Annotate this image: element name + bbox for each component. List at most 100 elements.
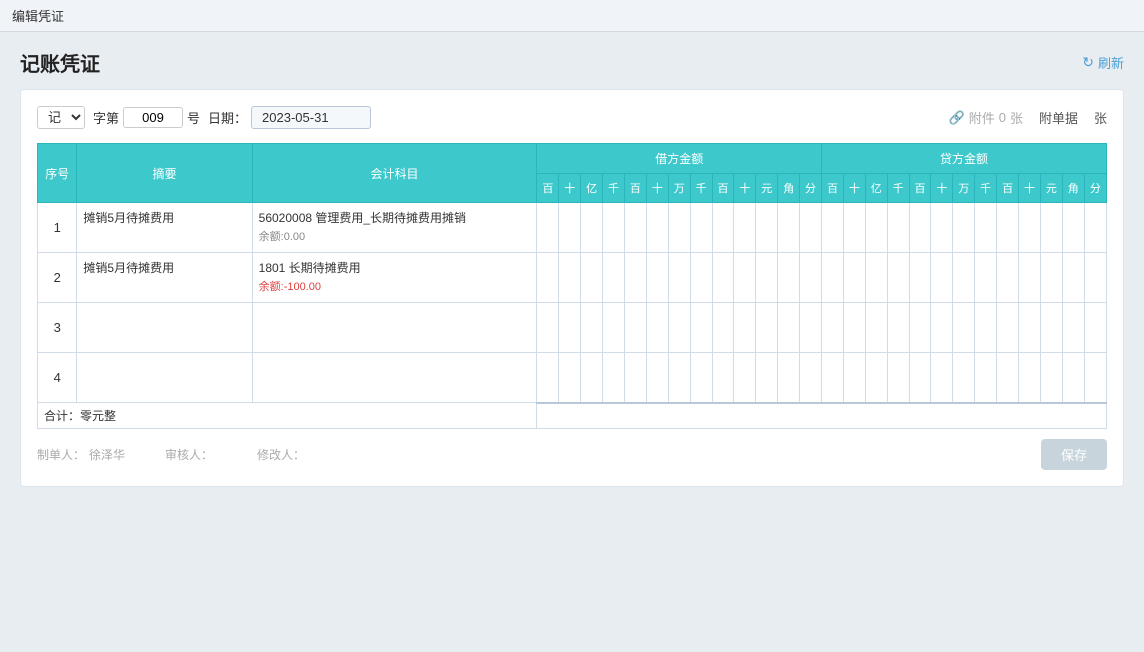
cell-credit-digit[interactable]	[909, 203, 931, 253]
cell-account[interactable]	[252, 303, 537, 353]
cell-debit-digit[interactable]	[756, 253, 778, 303]
cell-credit-digit[interactable]	[1040, 253, 1062, 303]
cell-credit-digit[interactable]	[1062, 353, 1084, 403]
cell-debit-digit[interactable]	[690, 303, 712, 353]
cell-debit-digit[interactable]	[603, 303, 625, 353]
cell-debit-digit[interactable]	[800, 203, 822, 253]
cell-credit-digit[interactable]	[975, 303, 997, 353]
cell-debit-digit[interactable]	[756, 203, 778, 253]
cell-debit-digit[interactable]	[581, 203, 603, 253]
cell-credit-digit[interactable]	[1019, 203, 1041, 253]
cell-credit-digit[interactable]	[1019, 253, 1041, 303]
cell-credit-digit[interactable]	[843, 203, 865, 253]
cell-credit-digit[interactable]	[931, 353, 953, 403]
cell-credit-digit[interactable]	[865, 203, 887, 253]
cell-summary[interactable]	[77, 303, 252, 353]
cell-credit-digit[interactable]	[887, 203, 909, 253]
cell-credit-digit[interactable]	[997, 353, 1019, 403]
cell-credit-digit[interactable]	[997, 253, 1019, 303]
cell-credit-digit[interactable]	[822, 203, 844, 253]
cell-credit-digit[interactable]	[909, 253, 931, 303]
cell-debit-digit[interactable]	[734, 303, 756, 353]
cell-credit-digit[interactable]	[997, 303, 1019, 353]
cell-summary[interactable]	[77, 353, 252, 403]
cell-account[interactable]: 56020008 管理费用_长期待摊费用摊销余额:0.00	[252, 203, 537, 253]
cell-account[interactable]	[252, 353, 537, 403]
cell-credit-digit[interactable]	[843, 303, 865, 353]
cell-credit-digit[interactable]	[865, 253, 887, 303]
cell-debit-digit[interactable]	[646, 353, 668, 403]
cell-debit-digit[interactable]	[559, 203, 581, 253]
cell-credit-digit[interactable]	[1062, 253, 1084, 303]
cell-debit-digit[interactable]	[690, 203, 712, 253]
cell-credit-digit[interactable]	[975, 203, 997, 253]
cell-debit-digit[interactable]	[603, 253, 625, 303]
save-button[interactable]: 保存	[1041, 439, 1107, 470]
cell-debit-digit[interactable]	[734, 203, 756, 253]
cell-credit-digit[interactable]	[997, 203, 1019, 253]
cell-debit-digit[interactable]	[712, 203, 734, 253]
cell-credit-digit[interactable]	[843, 353, 865, 403]
cell-credit-digit[interactable]	[1084, 353, 1106, 403]
cell-debit-digit[interactable]	[734, 353, 756, 403]
cell-debit-digit[interactable]	[712, 353, 734, 403]
cell-credit-digit[interactable]	[975, 253, 997, 303]
cell-debit-digit[interactable]	[624, 353, 646, 403]
cell-debit-digit[interactable]	[624, 203, 646, 253]
cell-debit-digit[interactable]	[756, 353, 778, 403]
refresh-button[interactable]: ↻ 刷新	[1082, 53, 1124, 72]
cell-debit-digit[interactable]	[581, 303, 603, 353]
cell-credit-digit[interactable]	[887, 303, 909, 353]
cell-debit-digit[interactable]	[646, 303, 668, 353]
cell-credit-digit[interactable]	[1062, 203, 1084, 253]
voucher-type-select[interactable]: 记	[37, 106, 85, 129]
cell-credit-digit[interactable]	[953, 353, 975, 403]
cell-credit-digit[interactable]	[822, 253, 844, 303]
cell-summary[interactable]: 摊销5月待摊费用	[77, 253, 252, 303]
cell-credit-digit[interactable]	[887, 253, 909, 303]
cell-credit-digit[interactable]	[822, 353, 844, 403]
cell-credit-digit[interactable]	[909, 303, 931, 353]
cell-debit-digit[interactable]	[537, 203, 559, 253]
cell-debit-digit[interactable]	[668, 203, 690, 253]
voucher-number-input[interactable]	[123, 107, 183, 128]
cell-debit-digit[interactable]	[603, 203, 625, 253]
cell-credit-digit[interactable]	[953, 253, 975, 303]
cell-debit-digit[interactable]	[646, 253, 668, 303]
cell-credit-digit[interactable]	[1040, 353, 1062, 403]
cell-credit-digit[interactable]	[822, 303, 844, 353]
cell-credit-digit[interactable]	[953, 303, 975, 353]
cell-credit-digit[interactable]	[1019, 303, 1041, 353]
cell-debit-digit[interactable]	[756, 303, 778, 353]
cell-credit-digit[interactable]	[887, 353, 909, 403]
cell-debit-digit[interactable]	[778, 253, 800, 303]
cell-debit-digit[interactable]	[690, 253, 712, 303]
cell-debit-digit[interactable]	[668, 303, 690, 353]
cell-debit-digit[interactable]	[800, 353, 822, 403]
cell-debit-digit[interactable]	[559, 253, 581, 303]
cell-debit-digit[interactable]	[668, 253, 690, 303]
cell-credit-digit[interactable]	[1084, 253, 1106, 303]
cell-debit-digit[interactable]	[778, 203, 800, 253]
cell-debit-digit[interactable]	[712, 253, 734, 303]
attach-single-btn[interactable]: 附单据	[1039, 108, 1078, 127]
cell-credit-digit[interactable]	[1040, 203, 1062, 253]
cell-debit-digit[interactable]	[559, 303, 581, 353]
cell-debit-digit[interactable]	[624, 253, 646, 303]
cell-debit-digit[interactable]	[537, 303, 559, 353]
cell-credit-digit[interactable]	[975, 353, 997, 403]
date-input[interactable]	[251, 106, 371, 129]
cell-debit-digit[interactable]	[537, 353, 559, 403]
cell-account[interactable]: 1801 长期待摊费用余额:-100.00	[252, 253, 537, 303]
cell-credit-digit[interactable]	[1040, 303, 1062, 353]
cell-debit-digit[interactable]	[800, 253, 822, 303]
cell-credit-digit[interactable]	[953, 203, 975, 253]
cell-debit-digit[interactable]	[778, 303, 800, 353]
cell-debit-digit[interactable]	[624, 303, 646, 353]
cell-credit-digit[interactable]	[843, 253, 865, 303]
cell-credit-digit[interactable]	[931, 253, 953, 303]
cell-debit-digit[interactable]	[581, 253, 603, 303]
cell-debit-digit[interactable]	[712, 303, 734, 353]
cell-debit-digit[interactable]	[537, 253, 559, 303]
cell-credit-digit[interactable]	[1019, 353, 1041, 403]
